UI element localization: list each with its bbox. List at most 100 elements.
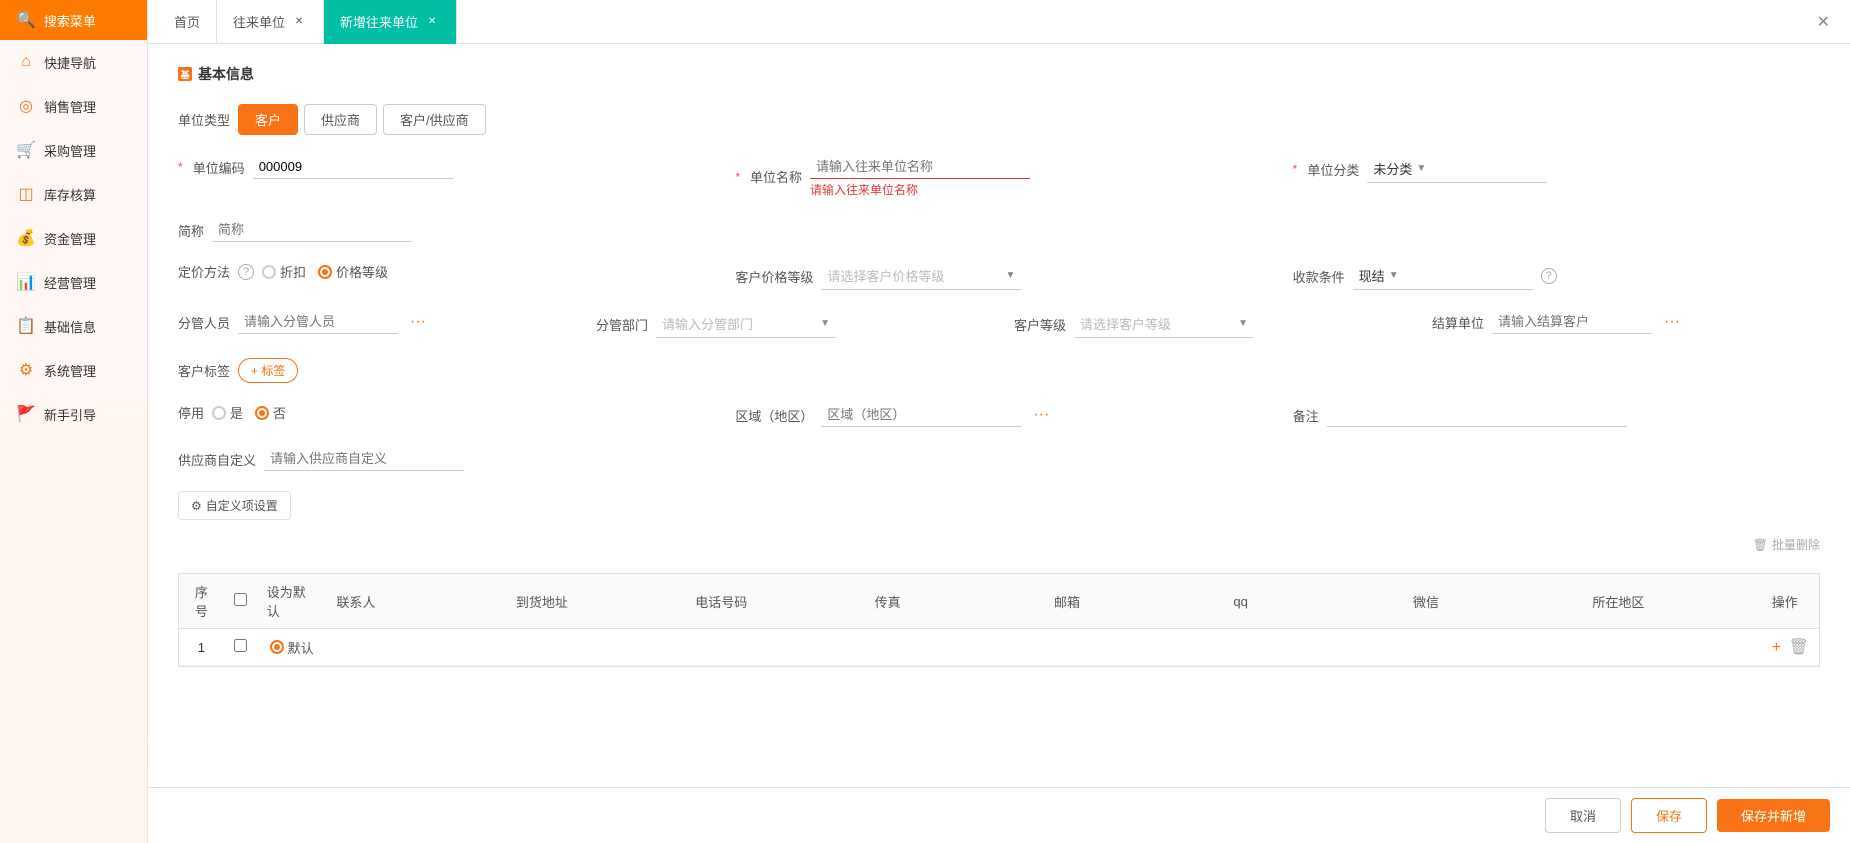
operation-icon: 📊 (16, 272, 36, 292)
td-phone-1[interactable] (685, 629, 864, 666)
sidebar-item-basic[interactable]: 📋 基础信息 (0, 304, 147, 348)
btn-customer-supplier[interactable]: 客户/供应商 (383, 104, 486, 135)
radio-discount-label: 折扣 (280, 262, 306, 281)
department-select[interactable]: 请输入分管部门 ▼ (656, 310, 836, 338)
sidebar-item-inventory[interactable]: ◫ 库存核算 (0, 172, 147, 216)
purchase-icon: 🛒 (16, 140, 36, 160)
gear-icon: ⚙ (191, 499, 202, 513)
unit-category-required: * (1293, 162, 1298, 176)
btn-customer[interactable]: 客户 (238, 104, 298, 135)
region-more-btn[interactable]: ··· (1029, 406, 1053, 424)
sidebar-item-purchase[interactable]: 🛒 采购管理 (0, 128, 147, 172)
tab-partners-close[interactable]: ✕ (291, 14, 307, 30)
settlement-unit-input[interactable] (1492, 310, 1652, 334)
td-contact-1[interactable] (327, 629, 506, 666)
unit-category-arrow: ▼ (1416, 163, 1426, 174)
short-name-input[interactable] (212, 218, 412, 242)
unit-code-input[interactable] (253, 155, 453, 179)
qq-input-1[interactable] (1233, 640, 1393, 655)
add-row-btn-1[interactable]: + (1772, 639, 1781, 656)
customer-level-placeholder: 请选择客户等级 (1080, 314, 1234, 333)
email-input-1[interactable] (1054, 640, 1213, 655)
sidebar-item-operation[interactable]: 📊 经营管理 (0, 260, 147, 304)
btn-supplier[interactable]: 供应商 (304, 104, 377, 135)
sidebar-item-finance[interactable]: 💰 资金管理 (0, 216, 147, 260)
contact-input-1[interactable] (337, 640, 496, 655)
save-new-button[interactable]: 保存并新增 (1717, 799, 1830, 832)
table-row: 1 默认 (179, 629, 1819, 666)
th-checkbox (224, 574, 257, 629)
radio-price-level-circle (318, 265, 332, 279)
payment-help-icon[interactable]: ? (1541, 268, 1557, 284)
radio-discount[interactable]: 折扣 (262, 262, 306, 281)
settlement-unit-label: 结算单位 (1432, 313, 1484, 332)
customer-level-select[interactable]: 请选择客户等级 ▼ (1074, 310, 1254, 338)
address-input-1[interactable] (516, 640, 675, 655)
delete-row-btn-1[interactable]: 🗑 (1789, 639, 1809, 656)
supplier-custom-input[interactable] (264, 447, 464, 471)
radio-yes[interactable]: 是 (212, 403, 243, 422)
payment-condition-select[interactable]: 现结 ▼ (1353, 262, 1533, 290)
wechat-input-1[interactable] (1413, 640, 1572, 655)
batch-delete-btn[interactable]: 🗑 批量删除 (1753, 536, 1820, 553)
remark-input[interactable] (1327, 403, 1627, 427)
settlement-more-btn[interactable]: ··· (1660, 313, 1684, 331)
td-fax-1[interactable] (865, 629, 1044, 666)
remark-label: 备注 (1293, 406, 1319, 425)
td-address-1[interactable] (506, 629, 685, 666)
td-checkbox-1[interactable] (224, 629, 257, 666)
default-radio-1[interactable]: 默认 (267, 638, 317, 657)
system-icon: ⚙ (16, 360, 36, 380)
supplier-custom-label: 供应商自定义 (178, 450, 256, 469)
sidebar-label-basic: 基础信息 (44, 317, 96, 336)
select-all-checkbox[interactable] (234, 593, 247, 606)
pricing-row: 定价方法 ? 折扣 价格等级 客户价格等级 (178, 262, 1820, 290)
pricing-help-icon[interactable]: ? (238, 264, 254, 280)
add-tag-btn[interactable]: + 标签 (238, 358, 298, 383)
fax-input-1[interactable] (875, 640, 1034, 655)
sidebar-item-newbie[interactable]: 🚩 新手引导 (0, 392, 147, 436)
customer-price-level-label: 客户价格等级 (735, 267, 813, 286)
default-radio-circle-1 (270, 640, 284, 654)
td-email-1[interactable] (1044, 629, 1223, 666)
sidebar-search[interactable]: 🔍 搜索菜单 (0, 0, 147, 40)
td-wechat-1[interactable] (1403, 629, 1582, 666)
tab-new-partner-close[interactable]: ✕ (424, 14, 440, 30)
unit-type-row: 单位类型 客户 供应商 客户/供应商 (178, 104, 1820, 135)
row-checkbox-1[interactable] (234, 639, 247, 652)
custom-settings-btn[interactable]: ⚙ 自定义项设置 (178, 491, 291, 520)
payment-condition-arrow: ▼ (1389, 270, 1399, 281)
radio-no[interactable]: 否 (255, 403, 286, 422)
location-input-1[interactable] (1592, 640, 1751, 655)
region-input[interactable] (821, 403, 1021, 427)
global-close-btn[interactable]: ✕ (1807, 12, 1840, 32)
inventory-icon: ◫ (16, 184, 36, 204)
th-email: 邮箱 (1044, 574, 1223, 629)
customer-level-label: 客户等级 (1014, 315, 1066, 334)
customer-price-level-select[interactable]: 请选择客户价格等级 ▼ (821, 262, 1021, 290)
tab-home[interactable]: 首页 (158, 0, 217, 44)
sidebar-label-inventory: 库存核算 (44, 185, 96, 204)
td-qq-1[interactable] (1223, 629, 1403, 666)
td-location-1[interactable] (1582, 629, 1761, 666)
unit-name-field: * 单位名称 请输入往来单位名称 (735, 155, 1262, 198)
cancel-button[interactable]: 取消 (1545, 798, 1621, 833)
tab-partners[interactable]: 往来单位 ✕ (217, 0, 324, 44)
unit-category-select[interactable]: 未分类 ▼ (1367, 155, 1547, 183)
short-name-field: 简称 (178, 218, 1820, 242)
unit-name-input[interactable] (810, 155, 1030, 179)
sidebar-label-system: 系统管理 (44, 361, 96, 380)
tab-new-partner[interactable]: 新增往来单位 ✕ (324, 0, 457, 44)
sidebar-item-system[interactable]: ⚙ 系统管理 (0, 348, 147, 392)
pricing-method-label: 定价方法 (178, 262, 230, 281)
radio-price-level[interactable]: 价格等级 (318, 262, 388, 281)
customer-level-arrow: ▼ (1238, 318, 1248, 329)
save-button[interactable]: 保存 (1631, 798, 1707, 833)
manager-more-btn[interactable]: ··· (406, 313, 430, 331)
phone-input-1[interactable] (695, 640, 854, 655)
sidebar-item-quick-nav[interactable]: ⌂ 快捷导航 (0, 40, 147, 84)
manager-input[interactable] (238, 310, 398, 334)
manager-field: 分管人员 ··· (178, 310, 566, 334)
sidebar-item-sales[interactable]: ◎ 销售管理 (0, 84, 147, 128)
th-qq: qq (1223, 574, 1403, 629)
